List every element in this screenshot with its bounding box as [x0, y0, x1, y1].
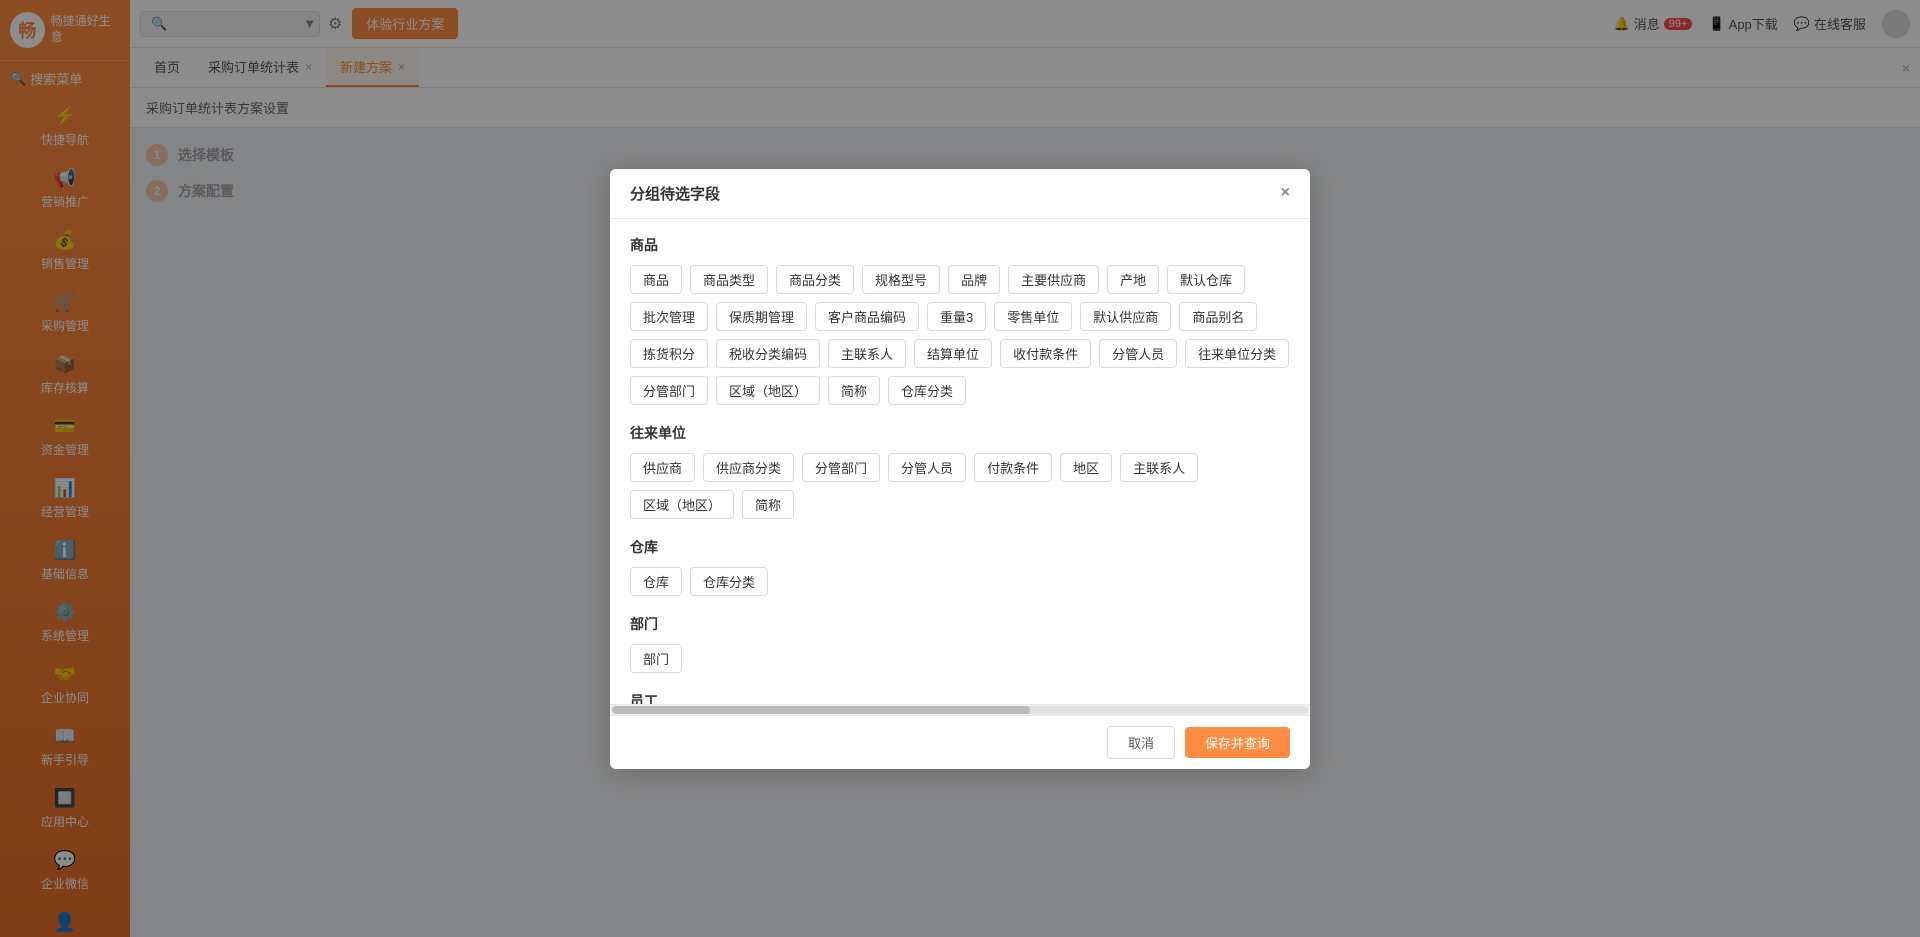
field-tag-product-22[interactable]: 分管部门: [630, 376, 708, 405]
save-button[interactable]: 保存并查询: [1185, 727, 1290, 758]
field-tag-product-24[interactable]: 简称: [828, 376, 880, 405]
section-title-counterpart: 往来单位: [630, 423, 1290, 443]
dialog-title: 分组待选字段: [630, 183, 720, 204]
field-tag-product-12[interactable]: 零售单位: [994, 302, 1072, 331]
tag-grid-counterpart: 供应商供应商分类分管部门分管人员付款条件地区主联系人区域（地区） 简称: [630, 453, 1290, 519]
field-tag-product-15[interactable]: 拣货积分: [630, 339, 708, 368]
dialog-close-button[interactable]: ×: [1281, 184, 1290, 202]
horizontal-scrollbar-thumb[interactable]: [612, 706, 1030, 714]
field-tag-product-17[interactable]: 主联系人: [828, 339, 906, 368]
field-tag-product-11[interactable]: 重量3: [927, 302, 986, 331]
field-tag-counterpart-7[interactable]: 区域（地区）: [630, 490, 734, 519]
section-warehouse: 仓库仓库仓库分类: [630, 537, 1290, 596]
cancel-button[interactable]: 取消: [1107, 726, 1175, 759]
field-tag-product-3[interactable]: 规格型号: [862, 265, 940, 294]
field-tag-counterpart-6[interactable]: 主联系人: [1120, 453, 1198, 482]
section-title-department: 部门: [630, 614, 1290, 634]
section-title-employee: 员工: [630, 691, 1290, 704]
field-tag-department-0[interactable]: 部门: [630, 644, 682, 673]
tag-grid-department: 部门: [630, 644, 1290, 673]
field-tag-product-16[interactable]: 税收分类编码: [716, 339, 820, 368]
tag-grid-warehouse: 仓库仓库分类: [630, 567, 1290, 596]
section-title-warehouse: 仓库: [630, 537, 1290, 557]
field-tag-product-18[interactable]: 结算单位: [914, 339, 992, 368]
field-tag-counterpart-5[interactable]: 地区: [1060, 453, 1112, 482]
field-tag-product-0[interactable]: 商品: [630, 265, 682, 294]
field-tag-product-5[interactable]: 主要供应商: [1008, 265, 1099, 294]
field-tag-product-4[interactable]: 品牌: [948, 265, 1000, 294]
field-tag-product-8[interactable]: 批次管理: [630, 302, 708, 331]
section-counterpart: 往来单位供应商供应商分类分管部门分管人员付款条件地区主联系人区域（地区） 简称: [630, 423, 1290, 519]
section-employee: 员工业务员: [630, 691, 1290, 704]
dialog-footer: 取消 保存并查询: [610, 715, 1310, 769]
field-tag-counterpart-1[interactable]: 供应商分类: [703, 453, 794, 482]
field-tag-counterpart-2[interactable]: 分管部门: [802, 453, 880, 482]
field-tag-counterpart-0[interactable]: 供应商: [630, 453, 695, 482]
field-tag-product-13[interactable]: 默认供应商: [1080, 302, 1171, 331]
field-tag-warehouse-1[interactable]: 仓库分类: [690, 567, 768, 596]
field-tag-counterpart-3[interactable]: 分管人员: [888, 453, 966, 482]
field-tag-warehouse-0[interactable]: 仓库: [630, 567, 682, 596]
field-tag-product-9[interactable]: 保质期管理: [716, 302, 807, 331]
field-tag-product-10[interactable]: 客户商品编码: [815, 302, 919, 331]
field-tag-product-21[interactable]: 往来单位分类: [1185, 339, 1289, 368]
field-tag-product-23[interactable]: 区域（地区）: [716, 376, 820, 405]
field-tag-product-20[interactable]: 分管人员: [1099, 339, 1177, 368]
dialog-scrollbar-bottom: [610, 704, 1310, 715]
dialog-header: 分组待选字段 ×: [610, 169, 1310, 219]
dialog-body: 商品商品商品类型商品分类规格型号品牌主要供应商产地默认仓库批次管理保质期管理客户…: [610, 219, 1310, 704]
field-tag-product-1[interactable]: 商品类型: [690, 265, 768, 294]
field-tag-product-6[interactable]: 产地: [1107, 265, 1159, 294]
tag-grid-product: 商品商品类型商品分类规格型号品牌主要供应商产地默认仓库批次管理保质期管理客户商品…: [630, 265, 1290, 405]
field-tag-counterpart-8[interactable]: 简称: [742, 490, 794, 519]
horizontal-scrollbar-track: [612, 706, 1308, 714]
section-department: 部门部门: [630, 614, 1290, 673]
dialog: 分组待选字段 × 商品商品商品类型商品分类规格型号品牌主要供应商产地默认仓库批次…: [610, 169, 1310, 769]
field-tag-product-19[interactable]: 收付款条件: [1000, 339, 1091, 368]
section-title-product: 商品: [630, 235, 1290, 255]
field-tag-counterpart-4[interactable]: 付款条件: [974, 453, 1052, 482]
field-tag-product-14[interactable]: 商品别名: [1179, 302, 1257, 331]
field-tag-product-7[interactable]: 默认仓库: [1167, 265, 1245, 294]
section-product: 商品商品商品类型商品分类规格型号品牌主要供应商产地默认仓库批次管理保质期管理客户…: [630, 235, 1290, 405]
field-tag-product-25[interactable]: 仓库分类: [888, 376, 966, 405]
field-tag-product-2[interactable]: 商品分类: [776, 265, 854, 294]
